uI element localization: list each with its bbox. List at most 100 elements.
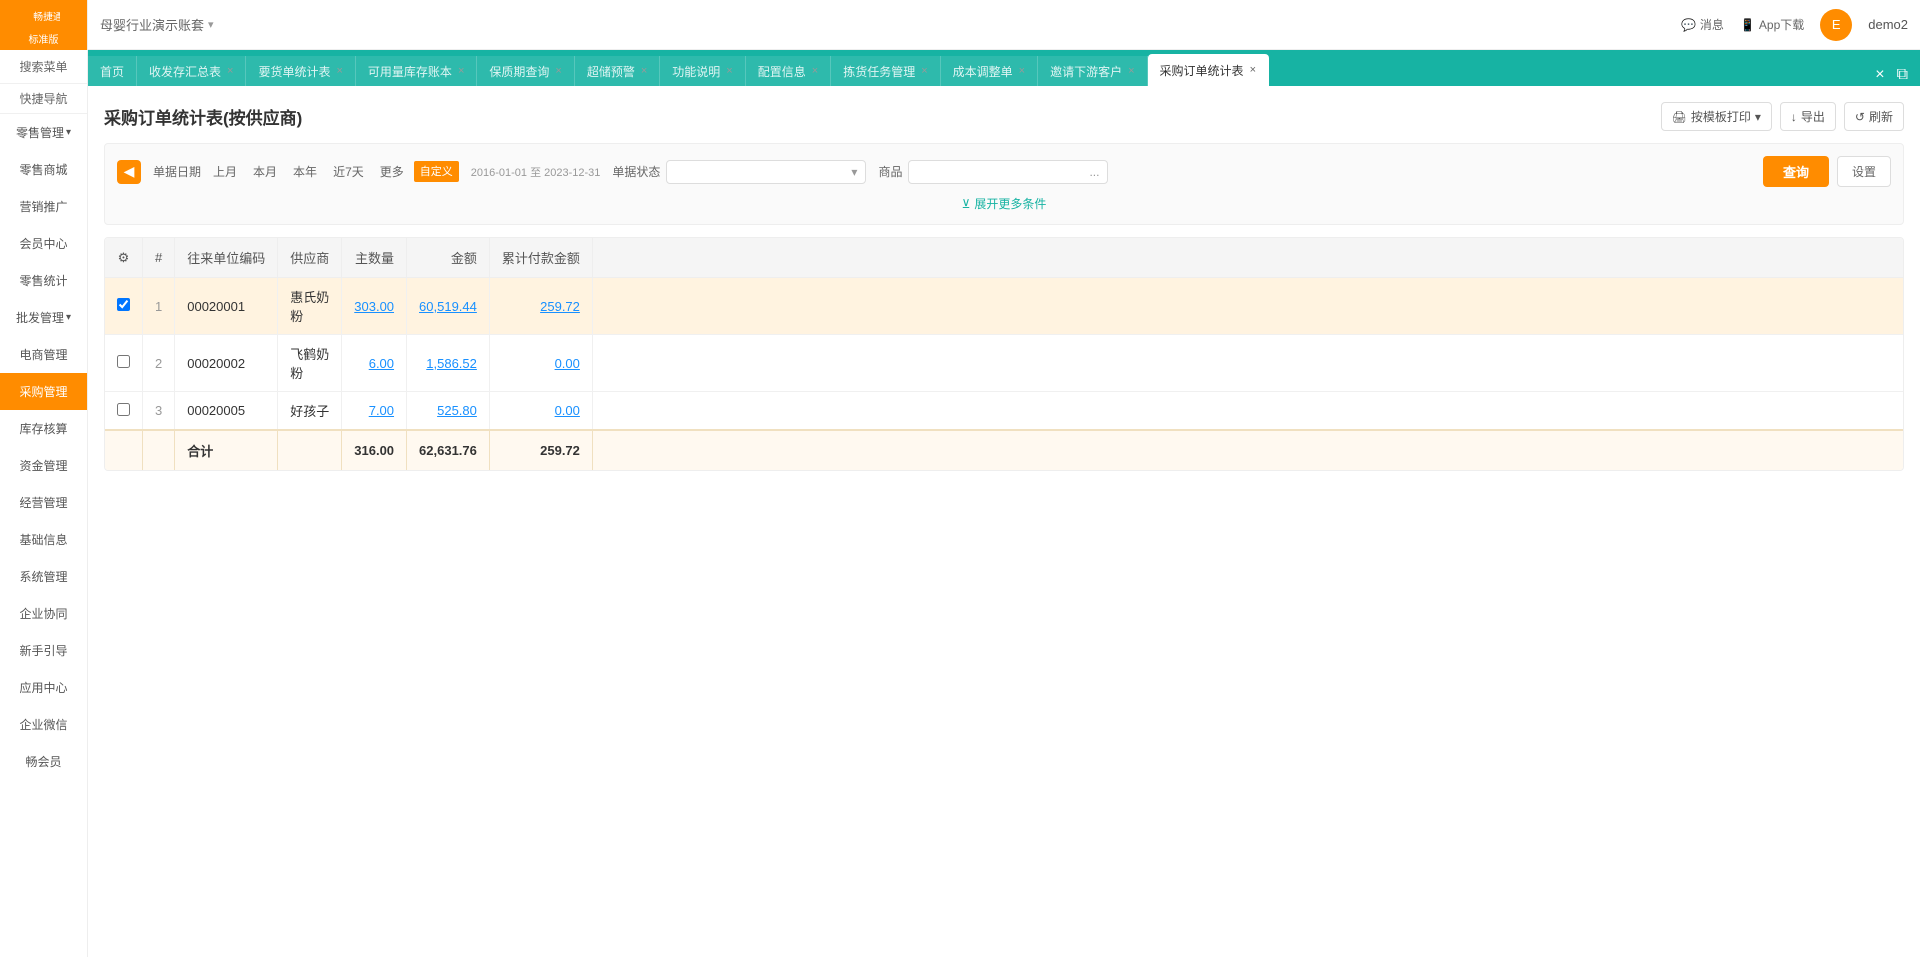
date-last-month-btn[interactable]: 上月 — [207, 161, 243, 182]
tab-采购订单统计表[interactable]: 采购订单统计表× — [1148, 54, 1269, 86]
tab-拣货任务管理[interactable]: 拣货任务管理× — [831, 56, 940, 86]
footer-paid: 259.72 — [489, 430, 592, 470]
message-btn[interactable]: 💬 消息 — [1681, 16, 1724, 33]
sidebar-item-应用中心[interactable]: 应用中心 — [0, 669, 87, 706]
tab-close-icon[interactable]: × — [555, 65, 561, 77]
data-table: ⚙ # 往来单位编码 供应商 主数量 金额 累计付款金额 1 00020001 … — [104, 237, 1904, 471]
sidebar-item-畅会员[interactable]: 畅会员 — [0, 743, 87, 780]
tab-label: 成本调整单 — [953, 63, 1013, 80]
tab-bar: 首页收发存汇总表×要货单统计表×可用量库存账本×保质期查询×超储预警×功能说明×… — [88, 50, 1920, 86]
sidebar-item-零售商城[interactable]: 零售商城 — [0, 151, 87, 188]
sidebar-item-企业协同[interactable]: 企业协同 — [0, 595, 87, 632]
col-amount: 金额 — [407, 238, 490, 278]
tab-label: 配置信息 — [758, 63, 806, 80]
cell-amount[interactable]: 60,519.44 — [407, 278, 490, 335]
tab-close-all-btn[interactable]: × — [1871, 64, 1888, 86]
footer-empty4 — [592, 430, 1903, 470]
cell-qty[interactable]: 6.00 — [342, 335, 407, 392]
tab-close-icon[interactable]: × — [336, 65, 342, 77]
date-7days-btn[interactable]: 近7天 — [327, 161, 370, 182]
cell-extra — [592, 392, 1903, 431]
sidebar-item-quick-nav[interactable]: 快捷导航 — [0, 84, 87, 114]
breadcrumb-select[interactable]: 母婴行业演示账套 ▾ — [100, 15, 214, 34]
date-this-month-btn[interactable]: 本月 — [247, 161, 283, 182]
col-settings[interactable]: ⚙ — [105, 238, 143, 278]
cell-qty[interactable]: 7.00 — [342, 392, 407, 431]
tab-超储预警[interactable]: 超储预警× — [575, 56, 660, 86]
tab-close-icon[interactable]: × — [726, 65, 732, 77]
cell-paid[interactable]: 0.00 — [489, 392, 592, 431]
filter-goods-input[interactable]: ... — [908, 160, 1108, 184]
tab-restore-btn[interactable]: ⧉ — [1893, 64, 1912, 86]
col-extra — [592, 238, 1903, 278]
sidebar-item-企业微信[interactable]: 企业微信 — [0, 706, 87, 743]
cell-checkbox[interactable] — [105, 278, 143, 335]
refresh-button[interactable]: ↺ 刷新 — [1844, 102, 1904, 131]
date-shortcuts: 上月 本月 本年 近7天 更多 自定义 — [207, 161, 459, 182]
tab-保质期查询[interactable]: 保质期查询× — [477, 56, 574, 86]
filter-status-select[interactable]: ▾ — [666, 160, 866, 184]
sidebar-item-电商管理[interactable]: 电商管理 — [0, 336, 87, 373]
cell-checkbox[interactable] — [105, 392, 143, 431]
sidebar-item-采购管理[interactable]: 采购管理 — [0, 373, 87, 410]
date-this-year-btn[interactable]: 本年 — [287, 161, 323, 182]
user-avatar[interactable]: E — [1820, 9, 1852, 41]
tab-成本调整单[interactable]: 成本调整单 × — [941, 56, 1038, 86]
sidebar-item-库存核算[interactable]: 库存核算 — [0, 410, 87, 447]
cell-code: 00020002 — [175, 335, 278, 392]
sidebar-item-系统管理[interactable]: 系统管理 — [0, 558, 87, 595]
cell-amount[interactable]: 1,586.52 — [407, 335, 490, 392]
tab-label: 邀请下游客户 — [1050, 63, 1122, 80]
sidebar-item-基础信息[interactable]: 基础信息 — [0, 521, 87, 558]
tab-close-icon[interactable]: × — [1128, 65, 1134, 77]
settings-button[interactable]: 设置 — [1837, 156, 1891, 187]
sidebar-item-经营管理[interactable]: 经营管理 — [0, 484, 87, 521]
status-select-arrow-icon: ▾ — [851, 165, 857, 179]
cell-amount[interactable]: 525.80 — [407, 392, 490, 431]
filter-collapse-btn[interactable]: ◀ — [117, 160, 141, 184]
sidebar-item-批发管理[interactable]: 批发管理▾ — [0, 299, 87, 336]
cell-checkbox[interactable] — [105, 335, 143, 392]
tab-首页[interactable]: 首页 — [88, 56, 137, 86]
tab-要货单统计表[interactable]: 要货单统计表× — [246, 56, 355, 86]
sidebar-item-零售管理[interactable]: 零售管理▾ — [0, 114, 87, 151]
goods-input-field[interactable] — [917, 165, 1089, 179]
tab-close-icon[interactable]: × — [1250, 64, 1256, 76]
export-button[interactable]: ↓ 导出 — [1780, 102, 1836, 131]
cell-qty[interactable]: 303.00 — [342, 278, 407, 335]
tab-配置信息[interactable]: 配置信息 × — [746, 56, 831, 86]
date-more-btn[interactable]: 更多 — [374, 161, 410, 182]
table-row[interactable]: 3 00020005 好孩子 7.00 525.80 0.00 — [105, 392, 1903, 431]
sidebar-item-营销推广[interactable]: 营销推广 — [0, 188, 87, 225]
expand-more-btn[interactable]: ⊻ 展开更多条件 — [117, 195, 1891, 212]
tab-功能说明[interactable]: 功能说明× — [660, 56, 745, 86]
cell-supplier: 惠氏奶粉 — [278, 278, 342, 335]
tab-close-icon[interactable]: × — [641, 65, 647, 77]
sidebar: 畅捷通 标准版 搜索菜单 快捷导航 零售管理▾零售商城营销推广会员中心零售统计批… — [0, 0, 88, 957]
table-row[interactable]: 2 00020002 飞鹤奶粉 6.00 1,586.52 0.00 — [105, 335, 1903, 392]
tab-close-icon[interactable]: × — [1019, 65, 1025, 77]
app-download-btn[interactable]: 📱 App下载 — [1740, 16, 1804, 33]
sidebar-item-search[interactable]: 搜索菜单 — [0, 50, 87, 84]
tab-邀请下游客户[interactable]: 邀请下游客户 × — [1038, 56, 1147, 86]
filter-date-item: 单据日期 上月 本月 本年 近7天 更多 自定义 — [153, 161, 459, 182]
user-name[interactable]: demo2 — [1868, 17, 1908, 32]
tab-收发存汇总表[interactable]: 收发存汇总表× — [137, 56, 246, 86]
goods-more-btn[interactable]: ... — [1089, 165, 1099, 179]
cell-paid[interactable]: 0.00 — [489, 335, 592, 392]
print-button[interactable]: 🖨 按模板打印 ▾ — [1661, 102, 1772, 131]
tab-close-icon[interactable]: × — [921, 65, 927, 77]
sidebar-item-新手引导[interactable]: 新手引导 — [0, 632, 87, 669]
sidebar-item-会员中心[interactable]: 会员中心 — [0, 225, 87, 262]
sidebar-item-零售统计[interactable]: 零售统计 — [0, 262, 87, 299]
tab-可用量库存账本[interactable]: 可用量库存账本× — [356, 56, 477, 86]
table-row[interactable]: 1 00020001 惠氏奶粉 303.00 60,519.44 259.72 — [105, 278, 1903, 335]
top-bar: 母婴行业演示账套 ▾ 💬 消息 📱 App下载 E demo2 — [88, 0, 1920, 50]
cell-paid[interactable]: 259.72 — [489, 278, 592, 335]
query-button[interactable]: 查询 — [1763, 156, 1829, 187]
sidebar-item-资金管理[interactable]: 资金管理 — [0, 447, 87, 484]
tab-close-icon[interactable]: × — [812, 65, 818, 77]
tab-close-icon[interactable]: × — [458, 65, 464, 77]
expand-arrow-icon: ▾ — [66, 127, 71, 138]
tab-close-icon[interactable]: × — [227, 65, 233, 77]
